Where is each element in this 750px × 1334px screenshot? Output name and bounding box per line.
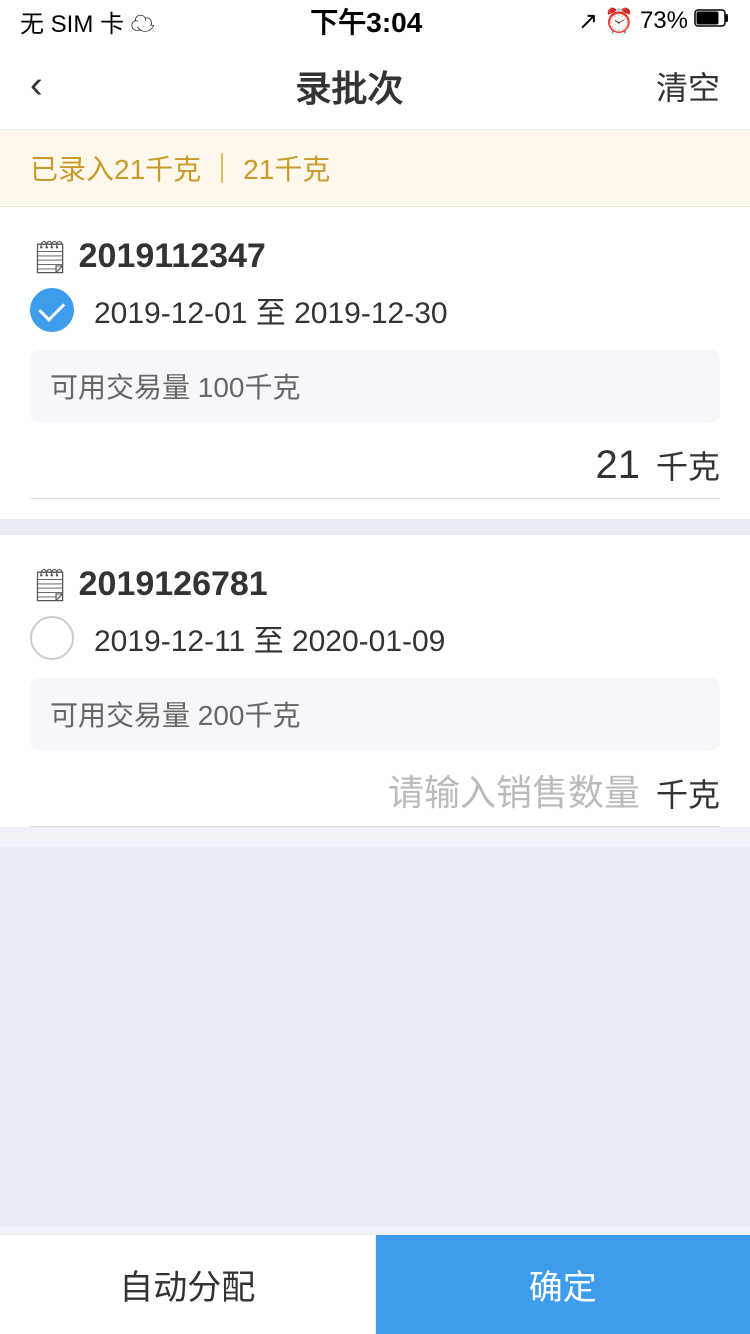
batch1-avail-box: 可用交易量 100千克 [30, 350, 720, 422]
batch2-avail-text: 可用交易量 200千克 [50, 700, 301, 731]
batch2-radio[interactable] [30, 616, 74, 660]
batch2-input-row[interactable]: 千克 [0, 750, 750, 826]
recorded-label: 已录入21千克 [30, 148, 201, 188]
batch2-date: 2019-12-11 至 2020-01-09 [94, 616, 445, 660]
total-label: 21千克 [243, 148, 330, 188]
batch1-doc-icon: 🗒 [30, 238, 71, 276]
batch1-avail-text: 可用交易量 100千克 [50, 372, 301, 403]
batch2-id-row: 🗒 2019126781 [30, 565, 720, 604]
batch2-underline [30, 826, 720, 827]
nav-bar: ‹ 录批次 清空 [0, 42, 750, 130]
batch1-date-row[interactable]: 2019-12-01 至 2019-12-30 [30, 288, 720, 332]
page-title: 录批次 [295, 60, 403, 112]
battery-text: 73% [640, 7, 688, 35]
status-left: 无 SIM 卡 ☁ [20, 4, 155, 39]
alarm-icon: ⏰ [604, 7, 634, 36]
status-right: ↗ ⏰ 73% [578, 7, 730, 36]
batch1-quantity-row: 21 千克 [0, 422, 750, 498]
batch2-date-row[interactable]: 2019-12-11 至 2020-01-09 [30, 616, 720, 660]
batch2-quantity-input[interactable] [30, 772, 640, 814]
status-time: 下午3:04 [310, 1, 422, 41]
confirm-button[interactable]: 确定 [376, 1235, 750, 1334]
battery-icon [694, 7, 730, 35]
batch1-quantity-value: 21 [595, 443, 640, 488]
batch2-doc-icon: 🗒 [30, 566, 71, 604]
section-divider [0, 519, 750, 535]
status-bar: 无 SIM 卡 ☁ 下午3:04 ↗ ⏰ 73% [0, 0, 750, 42]
batch1-id-row: 🗒 2019112347 [30, 237, 720, 276]
back-button[interactable]: ‹ [30, 64, 43, 107]
batch1-radio[interactable] [30, 288, 74, 332]
clear-button[interactable]: 清空 [656, 63, 720, 109]
batch1-card: 🗒 2019112347 2019-12-01 至 2019-12-30 可用交… [0, 207, 750, 519]
batch1-id: 2019112347 [79, 237, 266, 276]
bottom-area [0, 847, 750, 1227]
batch2-avail-box: 可用交易量 200千克 [30, 678, 720, 750]
batch2-id: 2019126781 [79, 565, 268, 604]
batch2-item: 🗒 2019126781 2019-12-11 至 2020-01-09 可用交… [0, 535, 750, 750]
batch2-unit: 千克 [656, 770, 720, 816]
auto-distribute-button[interactable]: 自动分配 [0, 1235, 376, 1334]
location-icon: ↗ [578, 7, 598, 36]
footer: 自动分配 确定 [0, 1234, 750, 1334]
info-divider [221, 153, 223, 183]
batch1-date: 2019-12-01 至 2019-12-30 [94, 288, 448, 332]
no-sim-text: 无 SIM 卡 ☁ [20, 4, 155, 39]
batch2-card: 🗒 2019126781 2019-12-11 至 2020-01-09 可用交… [0, 535, 750, 827]
batch1-quantity-unit: 千克 [656, 442, 720, 488]
batch1-item: 🗒 2019112347 2019-12-01 至 2019-12-30 可用交… [0, 207, 750, 422]
info-banner: 已录入21千克 21千克 [0, 130, 750, 207]
